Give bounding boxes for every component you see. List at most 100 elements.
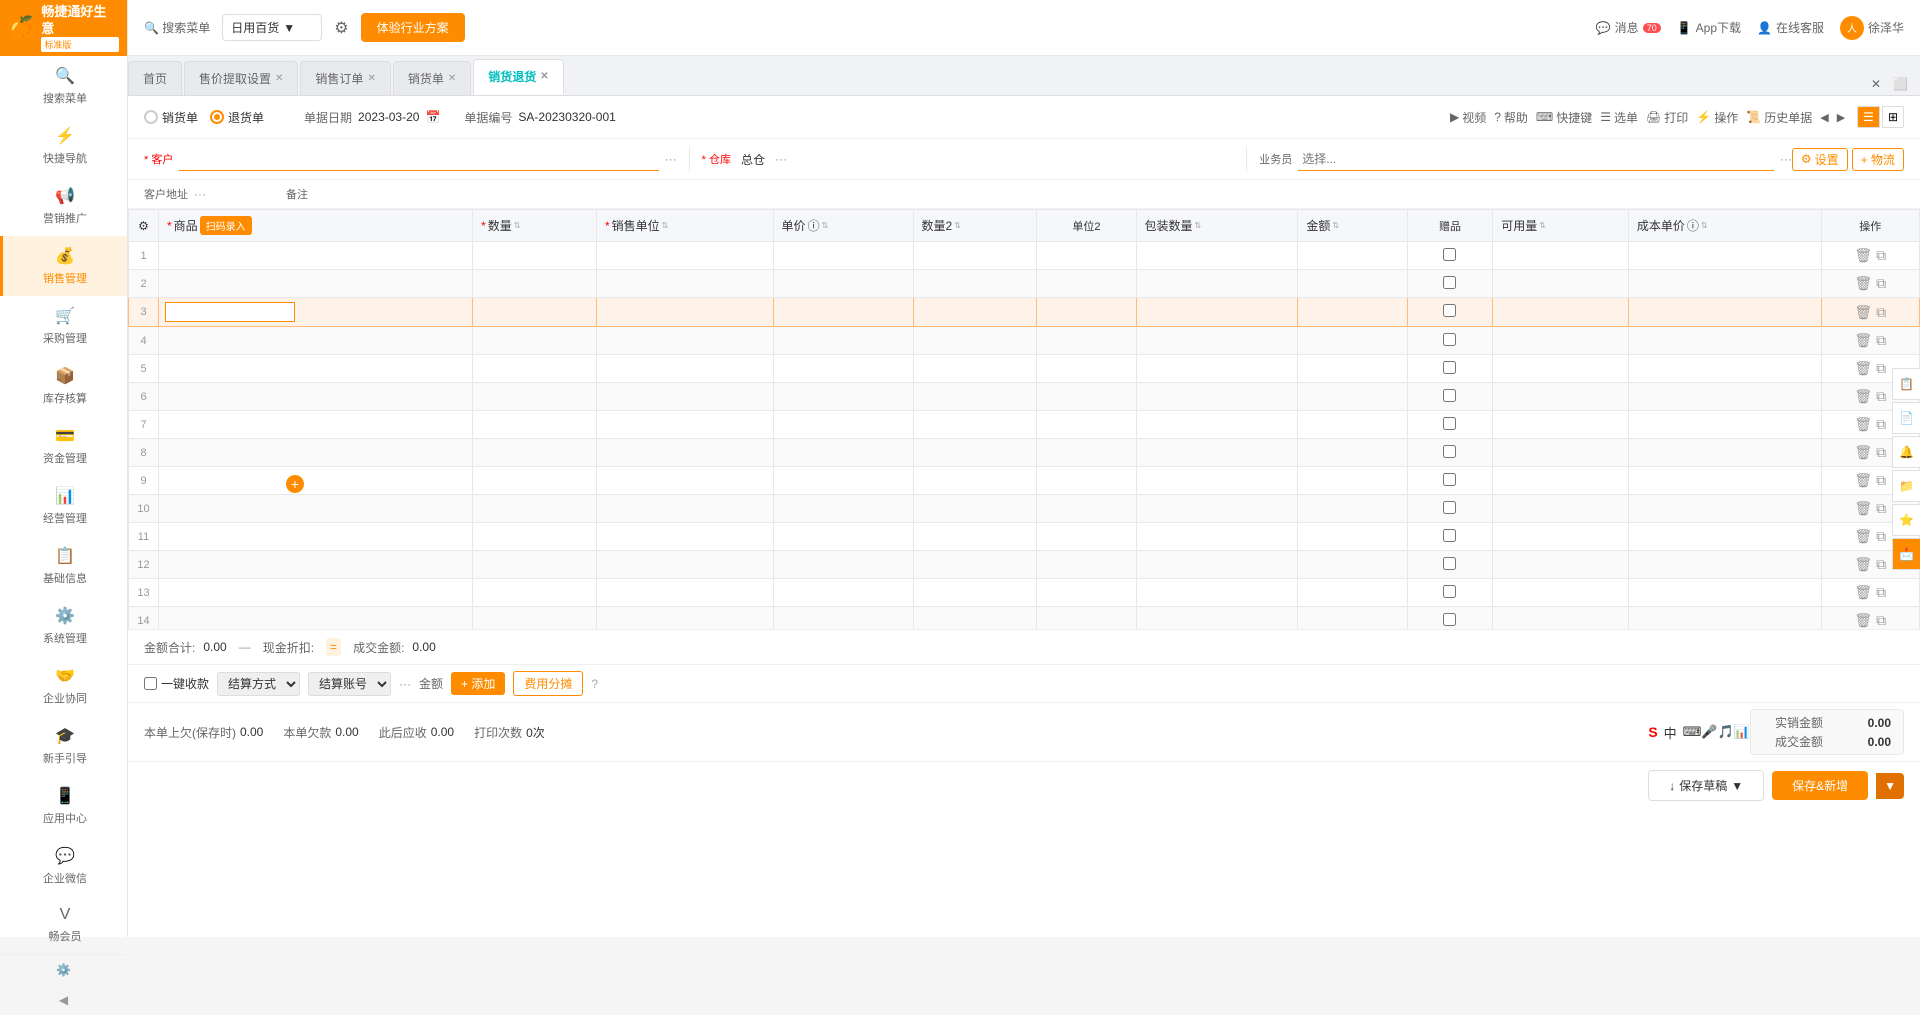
price-cell-7[interactable] bbox=[773, 411, 913, 439]
qty-cell-2[interactable] bbox=[473, 270, 597, 298]
copy-row-12[interactable]: ⧉ bbox=[1876, 556, 1886, 573]
gift-cell-14[interactable] bbox=[1407, 607, 1493, 630]
goods-input-3[interactable] bbox=[165, 302, 295, 322]
sale-unit-cell-1[interactable] bbox=[596, 242, 773, 270]
pack-qty-cell-1[interactable] bbox=[1136, 242, 1298, 270]
price-cell-12[interactable] bbox=[773, 551, 913, 579]
delete-row-13[interactable]: 🗑 bbox=[1854, 584, 1872, 601]
price-cell-8[interactable] bbox=[773, 439, 913, 467]
sidebar-item-finance[interactable]: 💳 资金管理 bbox=[0, 416, 127, 476]
gift-checkbox-11[interactable] bbox=[1443, 529, 1456, 542]
amount-cell-12[interactable] bbox=[1298, 551, 1407, 579]
warehouse-dots-btn[interactable]: ··· bbox=[775, 152, 787, 166]
quick-icon-4[interactable]: 📁 bbox=[1892, 470, 1920, 502]
pack-qty-cell-9[interactable] bbox=[1136, 467, 1298, 495]
price-cell-11[interactable] bbox=[773, 523, 913, 551]
amount-cell-11[interactable] bbox=[1298, 523, 1407, 551]
gift-checkbox-12[interactable] bbox=[1443, 557, 1456, 570]
sale-unit-cell-11[interactable] bbox=[596, 523, 773, 551]
gift-cell-13[interactable] bbox=[1407, 579, 1493, 607]
goods-cell-2[interactable] bbox=[159, 270, 473, 298]
copy-row-9[interactable]: ⧉ bbox=[1876, 472, 1886, 489]
sale-unit-cell-10[interactable] bbox=[596, 495, 773, 523]
delete-row-12[interactable]: 🗑 bbox=[1854, 556, 1872, 573]
goods-cell-8[interactable] bbox=[159, 439, 473, 467]
logistics-btn[interactable]: + 物流 bbox=[1852, 148, 1904, 171]
price-cell-13[interactable] bbox=[773, 579, 913, 607]
radio-sale[interactable]: 销货单 bbox=[144, 109, 198, 126]
pack-qty-cell-7[interactable] bbox=[1136, 411, 1298, 439]
qty-cell-4[interactable] bbox=[473, 327, 597, 355]
search-btn[interactable]: 🔍 搜索菜单 bbox=[144, 19, 210, 36]
qty2-cell-13[interactable] bbox=[913, 579, 1037, 607]
goods-cell-14[interactable] bbox=[159, 607, 473, 630]
goods-cell-6[interactable] bbox=[159, 383, 473, 411]
amount-cell-14[interactable] bbox=[1298, 607, 1407, 630]
calendar-icon[interactable]: 📅 bbox=[425, 110, 440, 124]
quick-icon-6[interactable]: 📩 bbox=[1892, 538, 1920, 570]
sale-unit-cell-5[interactable] bbox=[596, 355, 773, 383]
unit2-cell-14[interactable] bbox=[1037, 607, 1136, 630]
gift-cell-5[interactable] bbox=[1407, 355, 1493, 383]
radio-return[interactable]: 退货单 bbox=[210, 109, 264, 126]
unit2-cell-3[interactable] bbox=[1037, 298, 1136, 327]
copy-row-6[interactable]: ⧉ bbox=[1876, 388, 1886, 405]
delete-row-10[interactable]: 🗑 bbox=[1854, 500, 1872, 517]
available-cell-4[interactable] bbox=[1493, 327, 1629, 355]
sidebar-item-basics[interactable]: 📋 基础信息 bbox=[0, 536, 127, 596]
gift-checkbox-10[interactable] bbox=[1443, 501, 1456, 514]
gift-cell-4[interactable] bbox=[1407, 327, 1493, 355]
customer-dots-btn[interactable]: ··· bbox=[665, 152, 677, 166]
available-cell-11[interactable] bbox=[1493, 523, 1629, 551]
sidebar-item-enterprise[interactable]: 🤝 企业协同 bbox=[0, 656, 127, 716]
unit2-cell-9[interactable] bbox=[1037, 467, 1136, 495]
cost-price-cell-8[interactable] bbox=[1628, 439, 1821, 467]
quick-icon-5[interactable]: ⭐ bbox=[1892, 504, 1920, 536]
sale-unit-cell-2[interactable] bbox=[596, 270, 773, 298]
sale-unit-cell-3[interactable] bbox=[596, 298, 773, 327]
available-cell-8[interactable] bbox=[1493, 439, 1629, 467]
fee-help-icon[interactable]: ? bbox=[591, 677, 598, 691]
cost-price-cell-12[interactable] bbox=[1628, 551, 1821, 579]
sale-unit-cell-6[interactable] bbox=[596, 383, 773, 411]
delete-row-1[interactable]: 🗑 bbox=[1854, 247, 1872, 264]
gift-cell-10[interactable] bbox=[1407, 495, 1493, 523]
available-cell-7[interactable] bbox=[1493, 411, 1629, 439]
topbar-gear-btn[interactable]: ⚙ bbox=[334, 18, 348, 38]
sidebar-item-inventory[interactable]: 📦 库存核算 bbox=[0, 356, 127, 416]
copy-row-7[interactable]: ⧉ bbox=[1876, 416, 1886, 433]
qty-cell-9[interactable] bbox=[473, 467, 597, 495]
tab-sale-order[interactable]: 销售订单 ✕ bbox=[300, 61, 390, 95]
available-cell-10[interactable] bbox=[1493, 495, 1629, 523]
close-sale-order-tab[interactable]: ✕ bbox=[367, 73, 375, 84]
address-dots-btn[interactable]: ··· bbox=[194, 187, 206, 201]
unit2-cell-12[interactable] bbox=[1037, 551, 1136, 579]
qty-cell-10[interactable] bbox=[473, 495, 597, 523]
sidebar-collapse-btn[interactable]: ◀ bbox=[0, 985, 127, 1015]
goods-cell-13[interactable] bbox=[159, 579, 473, 607]
copy-row-14[interactable]: ⧉ bbox=[1876, 612, 1886, 629]
cost-price-cell-1[interactable] bbox=[1628, 242, 1821, 270]
pack-qty-cell-10[interactable] bbox=[1136, 495, 1298, 523]
help-btn[interactable]: ? 帮助 bbox=[1494, 109, 1528, 126]
qty2-cell-12[interactable] bbox=[913, 551, 1037, 579]
copy-row-8[interactable]: ⧉ bbox=[1876, 444, 1886, 461]
cost-price-cell-13[interactable] bbox=[1628, 579, 1821, 607]
cost-price-cell-10[interactable] bbox=[1628, 495, 1821, 523]
sidebar-item-wechat[interactable]: 💬 企业微信 bbox=[0, 836, 127, 896]
price-cell-6[interactable] bbox=[773, 383, 913, 411]
experience-btn[interactable]: 体验行业方案 bbox=[361, 13, 465, 42]
delete-row-3[interactable]: 🗑 bbox=[1854, 304, 1872, 321]
qty2-cell-6[interactable] bbox=[913, 383, 1037, 411]
qty-cell-13[interactable] bbox=[473, 579, 597, 607]
amount-cell-2[interactable] bbox=[1298, 270, 1407, 298]
copy-row-13[interactable]: ⧉ bbox=[1876, 584, 1886, 601]
sale-unit-cell-12[interactable] bbox=[596, 551, 773, 579]
gift-checkbox-14[interactable] bbox=[1443, 613, 1456, 626]
sidebar-item-purchase[interactable]: 🛒 采购管理 bbox=[0, 296, 127, 356]
pack-qty-cell-6[interactable] bbox=[1136, 383, 1298, 411]
setup-btn[interactable]: ⚙ 设置 bbox=[1792, 148, 1848, 171]
price-cell-1[interactable] bbox=[773, 242, 913, 270]
qty-cell-8[interactable] bbox=[473, 439, 597, 467]
industry-select[interactable]: 日用百货 ▼ bbox=[222, 14, 322, 41]
